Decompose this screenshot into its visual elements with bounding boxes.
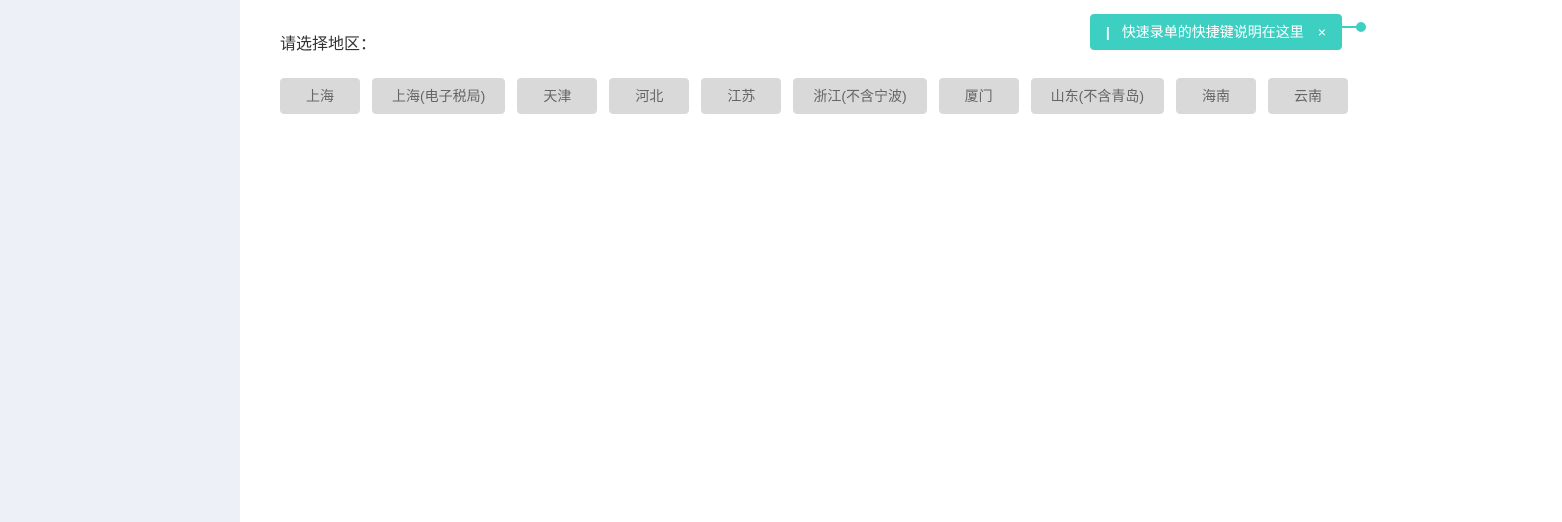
region-btn-hainan[interactable]: 海南 (1176, 78, 1256, 114)
region-btn-zhejiang[interactable]: 浙江(不含宁波) (793, 78, 926, 114)
main-content: 请选择地区： 上海上海(电子税局)天津河北江苏浙江(不含宁波)厦门山东(不含青岛… (240, 0, 1562, 522)
region-btn-tianjin[interactable]: 天津 (517, 78, 597, 114)
region-btn-xiamen[interactable]: 厦门 (939, 78, 1019, 114)
region-btn-hebei[interactable]: 河北 (609, 78, 689, 114)
region-btn-yunnan[interactable]: 云南 (1268, 78, 1348, 114)
region-btn-shanghai[interactable]: 上海 (280, 78, 360, 114)
tooltip-banner: 快速录单的快捷键说明在这里 × (1090, 14, 1342, 50)
region-btn-shandong[interactable]: 山东(不含青岛) (1031, 78, 1164, 114)
region-buttons: 上海上海(电子税局) 天津河北江苏浙江(不含宁波) 厦门山东(不含青岛) 海南云南 (280, 78, 1522, 114)
tooltip-text: 快速录单的快捷键说明在这里 (1122, 22, 1304, 42)
region-btn-shanghai-etax[interactable]: 上海(电子税局) (372, 78, 505, 114)
region-btn-jiangsu[interactable]: 江苏 (701, 78, 781, 114)
tooltip-connector-dot (1356, 22, 1366, 32)
left-sidebar (0, 0, 240, 522)
tooltip-close-button[interactable]: × (1318, 24, 1326, 40)
